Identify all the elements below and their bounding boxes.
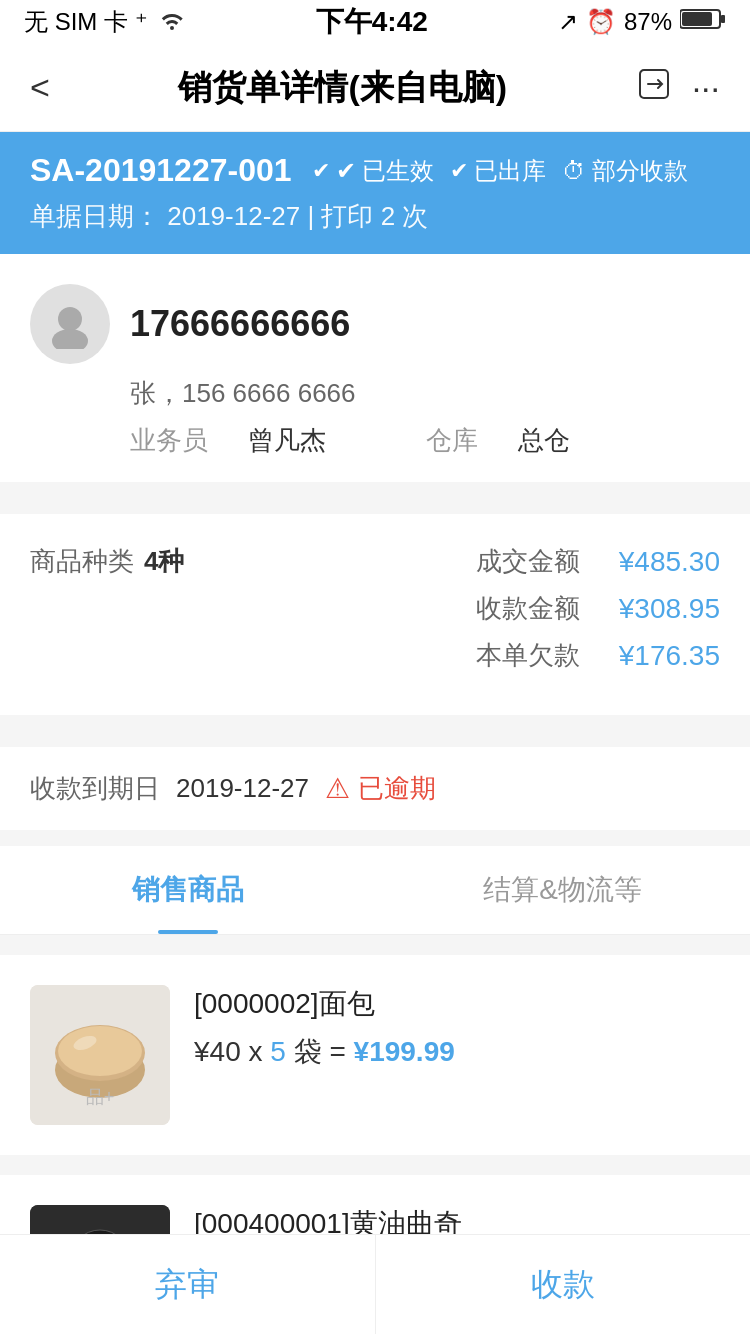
status-right: ↗ ⏰ 87% (558, 8, 726, 36)
battery-level: 87% (624, 8, 672, 36)
stats-left: 商品种类 4种 (30, 544, 375, 591)
receive-label: 收款金额 (476, 591, 580, 626)
svg-text:品+: 品+ (86, 1087, 115, 1107)
nav-right: ··· (636, 66, 720, 110)
svg-point-9 (58, 1026, 142, 1076)
tabs-section: 销售商品 结算&物流等 (0, 846, 750, 935)
due-date-label: 收款到期日 (30, 771, 160, 806)
cancel-button[interactable]: 弃审 (0, 1235, 376, 1334)
nav-left: < (30, 68, 50, 107)
badge-partial: ⏱ 部分收款 (562, 155, 688, 187)
sales-person: 曾凡杰 (248, 423, 326, 458)
product-item: 品+ [0000002]面包 ¥40 x 5 袋 = ¥199.99 (0, 955, 750, 1155)
warehouse-label: 仓库 (426, 423, 478, 458)
status-time: 下午4:42 (316, 3, 428, 41)
category-label: 商品种类 (30, 544, 134, 579)
svg-rect-2 (682, 12, 712, 26)
receive-value: ¥308.95 (600, 593, 720, 625)
svg-rect-1 (721, 15, 725, 23)
avatar (30, 284, 110, 364)
order-print: | 打印 2 次 (307, 201, 428, 231)
deal-label: 成交金额 (476, 544, 580, 579)
location-icon: ↗ (558, 8, 578, 36)
battery-icon (680, 8, 726, 36)
status-bar: 无 SIM 卡 ⁺ 下午4:42 ↗ ⏰ 87% (0, 0, 750, 44)
overdue-text: 已逾期 (358, 771, 436, 806)
customer-phone: 17666666666 (130, 303, 350, 345)
stats-right: 成交金额 ¥485.30 收款金额 ¥308.95 本单欠款 ¥176.35 (375, 544, 720, 685)
due-date-value: 2019-12-27 (176, 773, 309, 804)
order-header: SA-20191227-001 ✔ ✔ 已生效 ✔ 已出库 ⏱ 部分收款 单据日… (0, 132, 750, 254)
more-button[interactable]: ··· (692, 68, 720, 107)
share-button[interactable] (636, 66, 672, 110)
sim-status: 无 SIM 卡 ⁺ (24, 6, 148, 38)
product-price-bread: ¥40 x 5 袋 = ¥199.99 (194, 1033, 720, 1071)
order-meta: 单据日期： 2019-12-27 | 打印 2 次 (30, 199, 720, 234)
order-date-label: 单据日期： (30, 201, 160, 231)
debt-label: 本单欠款 (476, 638, 580, 673)
warehouse: 总仓 (518, 423, 570, 458)
status-left: 无 SIM 卡 ⁺ (24, 6, 186, 38)
badge-shipped: ✔ 已出库 (450, 155, 546, 187)
category-value: 4种 (144, 544, 184, 579)
product-name-bread: [0000002]面包 (194, 985, 720, 1023)
tab-settlement[interactable]: 结算&物流等 (375, 846, 750, 934)
nav-bar: < 销货单详情(来自电脑) ··· (0, 44, 750, 132)
customer-info-row: 业务员 曾凡杰 仓库 总仓 (130, 423, 720, 458)
tabs-row: 销售商品 结算&物流等 (0, 846, 750, 934)
overdue-icon: ⚠ (325, 772, 350, 805)
customer-section: 17666666666 张，156 6666 6666 业务员 曾凡杰 仓库 总… (0, 254, 750, 482)
deal-value: ¥485.30 (600, 546, 720, 578)
page-title: 销货单详情(来自电脑) (178, 65, 507, 111)
product-info-bread: [0000002]面包 ¥40 x 5 袋 = ¥199.99 (194, 985, 720, 1071)
sales-label: 业务员 (130, 423, 208, 458)
overdue-badge: ⚠ 已逾期 (325, 771, 436, 806)
order-id: SA-20191227-001 (30, 152, 292, 189)
order-date: 2019-12-27 (167, 201, 300, 231)
confirm-button[interactable]: 收款 (376, 1235, 751, 1334)
svg-point-4 (58, 307, 82, 331)
tab-sales-products[interactable]: 销售商品 (0, 846, 375, 934)
alarm-icon: ⏰ (586, 8, 616, 36)
back-button[interactable]: < (30, 68, 50, 107)
customer-name: 张，156 6666 6666 (130, 376, 720, 411)
wifi-icon (158, 8, 186, 36)
stats-section: 商品种类 4种 成交金额 ¥485.30 收款金额 ¥308.95 本单欠款 ¥… (0, 514, 750, 715)
order-badges: ✔ ✔ 已生效 ✔ 已出库 ⏱ 部分收款 (312, 155, 689, 187)
debt-value: ¥176.35 (600, 640, 720, 672)
bottom-bar: 弃审 收款 (0, 1234, 750, 1334)
product-image-bread: 品+ (30, 985, 170, 1125)
badge-effective: ✔ ✔ 已生效 (312, 155, 435, 187)
svg-point-5 (52, 329, 88, 349)
due-section: 收款到期日 2019-12-27 ⚠ 已逾期 (0, 747, 750, 830)
